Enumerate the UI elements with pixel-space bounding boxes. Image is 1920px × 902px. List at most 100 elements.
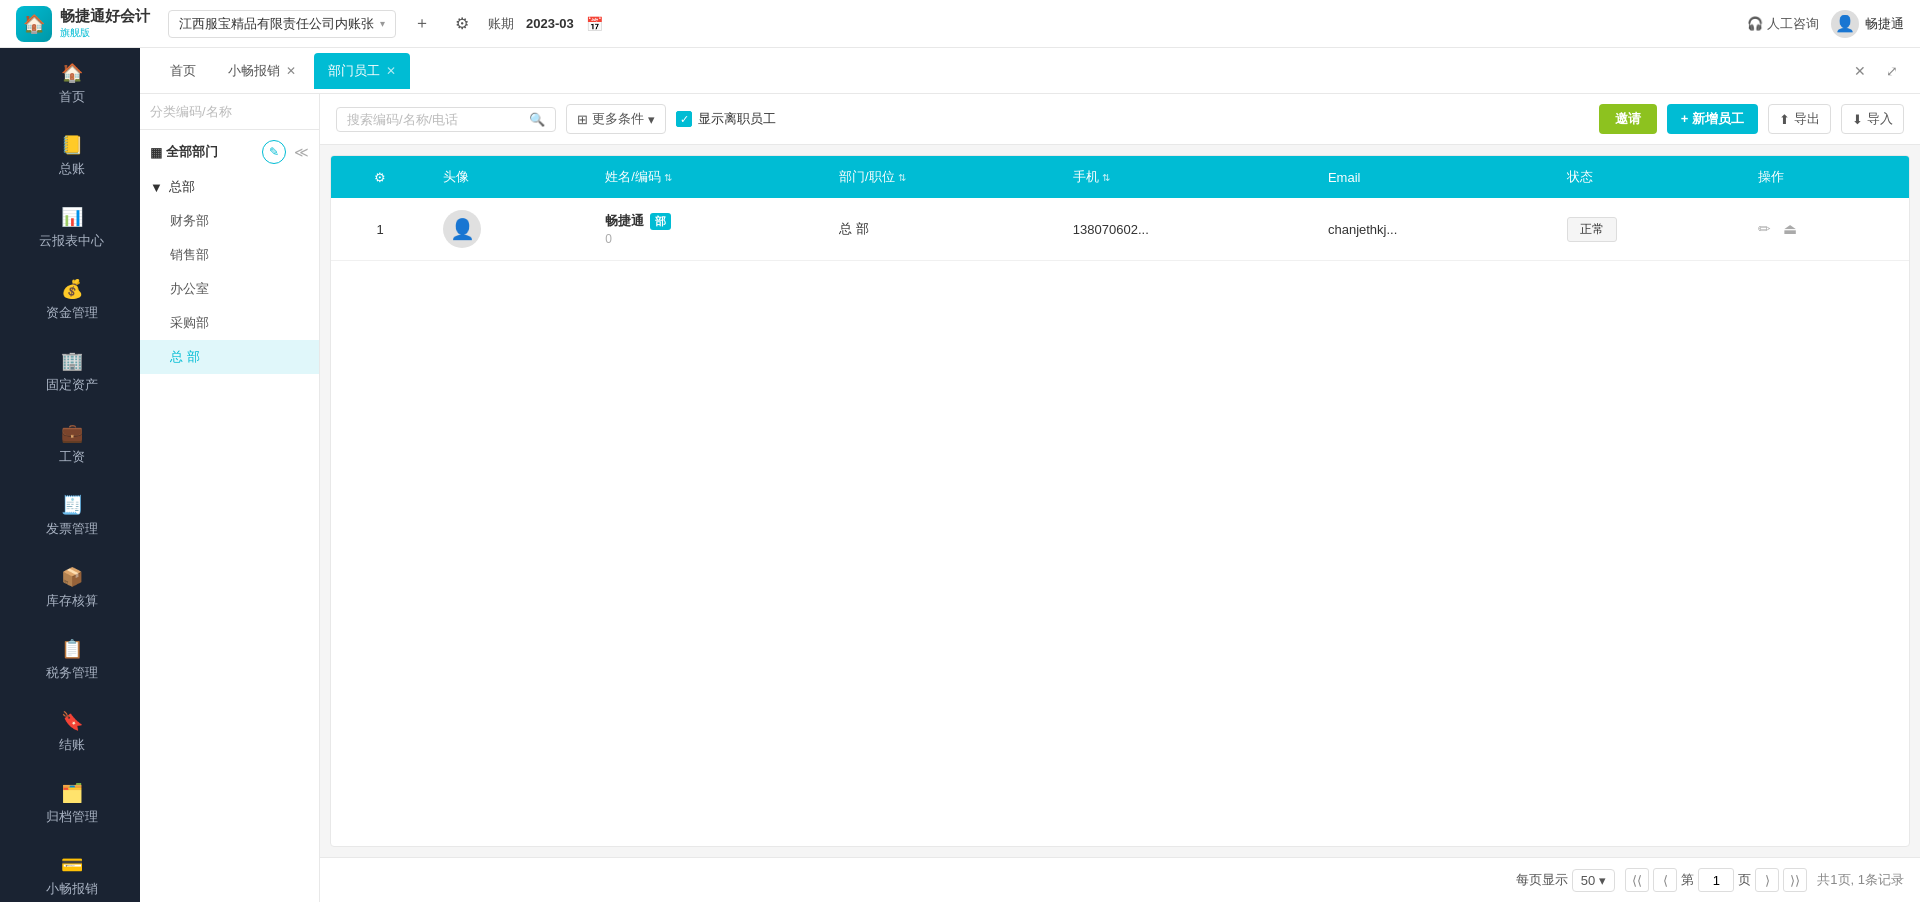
dept-search-area: 🔍 [140,94,319,130]
chevron-down-icon: ▾ [380,18,385,29]
next-page-button[interactable]: ⟩ [1755,868,1779,892]
calendar-icon[interactable]: 📅 [586,16,603,32]
show-resigned-toggle[interactable]: ✓ 显示离职员工 [676,110,776,128]
app-logo-icon: 🏠 [16,6,52,42]
col-name[interactable]: 姓名/编码 ⇅ [591,156,825,198]
close-window-button[interactable]: ✕ [1848,59,1872,83]
employee-search-box: 🔍 [336,107,556,132]
dept-node-purchase[interactable]: 采购部 [140,306,319,340]
expense-icon: 💳 [61,854,83,876]
maximize-window-button[interactable]: ⤢ [1880,59,1904,83]
archive-icon: 🗂️ [61,782,83,804]
close-expense-tab-icon[interactable]: ✕ [286,64,296,78]
sidebar-label-settlement: 结账 [59,736,85,754]
sidebar-item-tax[interactable]: 📋 税务管理 [0,624,140,696]
headset-icon: 🎧 [1747,16,1763,31]
sidebar-item-assets[interactable]: 🏢 固定资产 [0,336,140,408]
page-input[interactable] [1698,868,1734,892]
tax-icon: 📋 [61,638,83,660]
sidebar-item-inventory[interactable]: 📦 库存核算 [0,552,140,624]
filter-icon: ⊞ [577,112,588,127]
filter-button[interactable]: ⊞ 更多条件 ▾ [566,104,666,134]
funds-icon: 💰 [61,278,83,300]
top-header: 🏠 畅捷通好会计 旗舰版 江西服宝精品有限责任公司内账张 ▾ ＋ ⚙ 账期 20… [0,0,1920,48]
all-dept-label: ▦ 全部部门 [150,143,254,161]
employee-area: 🔍 ⊞ 更多条件 ▾ ✓ 显示离职员工 邀请 + 新增员工 [320,94,1920,902]
col-phone[interactable]: 手机 ⇅ [1059,156,1314,198]
settings-icon[interactable]: ⚙ [448,10,476,38]
page-nav: ⟨⟨ ⟨ 第 页 ⟩ ⟩⟩ [1625,868,1807,892]
sidebar-item-funds[interactable]: 💰 资金管理 [0,264,140,336]
sidebar-label-invoice: 发票管理 [46,520,98,538]
col-dept[interactable]: 部门/职位 ⇅ [825,156,1059,198]
sidebar-label-archive: 归档管理 [46,808,98,826]
logout-icon[interactable]: ⏏ [1783,220,1797,238]
sidebar-item-settlement[interactable]: 🔖 结账 [0,696,140,768]
service-button[interactable]: 🎧 人工咨询 [1747,15,1819,33]
user-info[interactable]: 👤 畅捷通 [1831,10,1904,38]
employee-phone: 138070602... [1073,222,1149,237]
dept-node-sales[interactable]: 销售部 [140,238,319,272]
dept-node-sales-label: 销售部 [170,246,209,264]
company-selector[interactable]: 江西服宝精品有限责任公司内账张 ▾ [168,10,396,38]
dept-node-general-label: 总 部 [170,348,200,366]
employee-dept: 总 部 [839,220,1045,238]
export-button[interactable]: ⬆ 导出 [1768,104,1831,134]
sidebar-item-expense[interactable]: 💳 小畅报销 [0,840,140,902]
sidebar-item-ledger[interactable]: 📒 总账 [0,120,140,192]
per-page-dropdown[interactable]: 50 ▾ [1572,869,1615,892]
col-email: Email [1314,156,1553,198]
app-name: 畅捷通好会计 [60,7,150,26]
dept-node-finance[interactable]: 财务部 [140,204,319,238]
dept-node-root[interactable]: ▼ 总部 [140,170,319,204]
expand-icon: ▼ [150,180,163,195]
search-icon[interactable]: 🔍 [529,112,545,127]
row-email-cell: chanjethkj... [1314,198,1553,261]
import-button[interactable]: ⬇ 导入 [1841,104,1904,134]
first-page-button[interactable]: ⟨⟨ [1625,868,1649,892]
settlement-icon: 🔖 [61,710,83,732]
sidebar-label-home: 首页 [59,88,85,106]
add-button[interactable]: ＋ [408,10,436,38]
sidebar-item-archive[interactable]: 🗂️ 归档管理 [0,768,140,840]
home-icon: 🏠 [61,62,83,84]
sidebar: 🏠 首页 📒 总账 📊 云报表中心 💰 资金管理 🏢 固定资产 💼 工资 🧾 发… [0,48,140,902]
import-icon: ⬇ [1852,112,1863,127]
dept-node-office[interactable]: 办公室 [140,272,319,306]
tab-department[interactable]: 部门员工 ✕ [314,53,410,89]
col-avatar: 头像 [429,156,591,198]
sidebar-item-invoice[interactable]: 🧾 发票管理 [0,480,140,552]
dept-collapse-icon[interactable]: ≪ [294,144,309,160]
dept-type-badge: 部 [650,213,671,230]
col-settings[interactable]: ⚙ [331,156,429,198]
period-value: 2023-03 [526,16,574,31]
total-label: 共1页, 1条记录 [1817,871,1904,889]
dept-search-input[interactable] [150,104,318,119]
prev-page-button[interactable]: ⟨ [1653,868,1677,892]
tab-department-label: 部门员工 [328,62,380,80]
sidebar-item-reports[interactable]: 📊 云报表中心 [0,192,140,264]
show-resigned-checkbox[interactable]: ✓ [676,111,692,127]
sidebar-label-assets: 固定资产 [46,376,98,394]
window-controls: ✕ ⤢ [1848,59,1904,83]
sort-dept-icon: ⇅ [898,172,906,183]
tab-expense[interactable]: 小畅报销 ✕ [214,53,310,89]
dept-edit-button[interactable]: ✎ [262,140,286,164]
export-icon: ⬆ [1779,112,1790,127]
tab-expense-label: 小畅报销 [228,62,280,80]
last-page-button[interactable]: ⟩⟩ [1783,868,1807,892]
add-employee-button[interactable]: + 新增员工 [1667,104,1758,134]
dept-node-general[interactable]: 总 部 [140,340,319,374]
row-avatar: 👤 [429,198,591,261]
employee-search-input[interactable] [347,112,523,127]
close-department-tab-icon[interactable]: ✕ [386,64,396,78]
invite-button[interactable]: 邀请 [1599,104,1657,134]
sidebar-label-tax: 税务管理 [46,664,98,682]
sidebar-item-home[interactable]: 🏠 首页 [0,48,140,120]
tab-home[interactable]: 首页 [156,53,210,89]
edit-icon[interactable]: ✏ [1758,220,1771,238]
pagination-bar: 每页显示 50 ▾ ⟨⟨ ⟨ 第 页 ⟩ ⟩⟩ [320,857,1920,902]
avatar: 👤 [443,210,481,248]
sidebar-item-payroll[interactable]: 💼 工资 [0,408,140,480]
action-icons: ✏ ⏏ [1758,220,1895,238]
